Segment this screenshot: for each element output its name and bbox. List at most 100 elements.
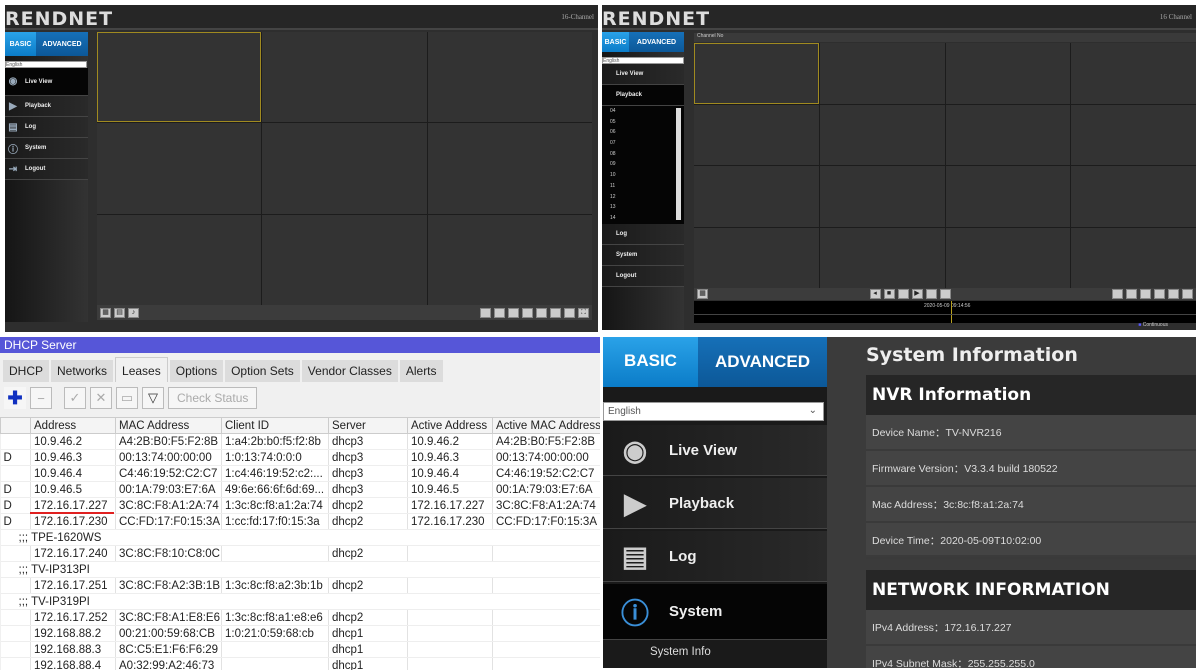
download-button[interactable] [1182, 289, 1193, 299]
search-button[interactable] [1112, 289, 1123, 299]
tab-vendor-classes[interactable]: Vendor Classes [301, 360, 398, 382]
layout-button[interactable]: ▦ [697, 289, 708, 299]
channel-item[interactable]: 10 [610, 170, 684, 181]
layout-button[interactable]: ▦ [100, 307, 111, 318]
column-header[interactable] [0, 417, 31, 434]
channel-item[interactable]: 05 [610, 117, 684, 128]
tab-basic[interactable]: BASIC [5, 32, 36, 56]
snapshot-button[interactable] [1140, 289, 1151, 299]
table-row[interactable]: 10.9.46.2 A4:2B:B0:F5:F2:8B 1:a4:2b:b0:f5:… [0, 433, 600, 450]
stream-button[interactable]: ▤ [114, 307, 125, 318]
playback-tile[interactable] [694, 43, 819, 104]
table-row[interactable]: D 172.16.17.230 CC:FD:17:F0:15:3A 1:cc:fd:1… [0, 513, 600, 530]
tab-advanced[interactable]: ADVANCED [629, 32, 684, 52]
camera-tile[interactable] [427, 32, 592, 123]
table-row[interactable]: 172.16.17.252 3C:8C:F8:A1:E8:E6 1:3c:8c:f8… [0, 609, 600, 626]
remove-button[interactable]: − [30, 387, 52, 409]
table-row[interactable]: 172.16.17.240 3C:8C:F8:10:C8:0C dhcp2 [0, 545, 600, 562]
table-row[interactable]: D 10.9.46.3 00:13:74:00:00:00 1:0:13:74:0:0… [0, 449, 600, 466]
channel-item[interactable]: 08 [610, 149, 684, 160]
disable-button[interactable]: ✕ [90, 387, 112, 409]
playback-tile[interactable] [819, 104, 945, 165]
zoom-button[interactable] [508, 307, 519, 318]
menu-item-system[interactable]: System [602, 245, 684, 266]
filter-icon[interactable]: ▽ [142, 387, 164, 409]
channel-item[interactable]: 14 [610, 213, 684, 224]
language-select[interactable]: English [602, 57, 684, 64]
menu-item-system[interactable]: ⓘ System [5, 138, 88, 159]
submenu-system-info[interactable]: System Info [603, 646, 827, 658]
prev-button[interactable] [536, 307, 547, 318]
tab-leases[interactable]: Leases [115, 357, 168, 382]
playback-tile[interactable] [694, 104, 819, 165]
channel-item[interactable]: 12 [610, 192, 684, 203]
playback-tile[interactable] [1071, 104, 1196, 165]
clip-button[interactable] [1126, 289, 1137, 299]
playback-tile[interactable] [1071, 43, 1196, 104]
playback-tile[interactable] [1071, 227, 1196, 288]
channel-item[interactable]: 11 [610, 181, 684, 192]
group-row[interactable]: ;;; TV-IP313PI [0, 561, 600, 578]
tab-networks[interactable]: Networks [51, 360, 114, 382]
channel-scrollbar[interactable] [676, 108, 681, 220]
add-button[interactable]: ✚ [4, 387, 26, 409]
audio-button[interactable]: ♪ [128, 307, 139, 318]
next-button[interactable] [550, 307, 561, 318]
menu-item-live-view[interactable]: ◉ Live View [5, 68, 88, 96]
snapshot-button[interactable] [480, 307, 491, 318]
tab-advanced[interactable]: ADVANCED [36, 32, 88, 56]
camera-tile[interactable] [97, 214, 262, 305]
language-select[interactable]: English ⌄ [603, 402, 824, 421]
language-select[interactable]: English [5, 61, 87, 68]
column-header[interactable]: Active MAC Address [492, 417, 600, 434]
camera-tile[interactable] [97, 32, 262, 123]
column-header[interactable]: MAC Address [115, 417, 222, 434]
playback-tile[interactable] [819, 227, 945, 288]
column-header[interactable]: Address [30, 417, 116, 434]
menu-item-log[interactable]: ▤ Log [603, 531, 827, 582]
comment-button[interactable]: ▭ [116, 387, 138, 409]
channel-item[interactable]: 13 [610, 202, 684, 213]
table-row[interactable]: 10.9.46.4 C4:46:19:52:C2:C7 1:c4:46:19:52:… [0, 465, 600, 482]
playback-tile[interactable] [819, 166, 945, 227]
zoom-button[interactable] [1154, 289, 1165, 299]
tab-options[interactable]: Options [169, 360, 224, 382]
playback-tile[interactable] [694, 166, 819, 227]
channel-item[interactable]: 09 [610, 159, 684, 170]
frame-button[interactable] [939, 289, 951, 299]
menu-item-log[interactable]: ▤ Log [5, 117, 88, 138]
stop-button[interactable]: ■ [883, 289, 895, 299]
rewind-button[interactable]: ◂ [869, 289, 881, 299]
tab-basic[interactable]: BASIC [603, 337, 698, 387]
tab-basic[interactable]: BASIC [602, 32, 629, 52]
slow-button[interactable] [897, 289, 909, 299]
tab-option-sets[interactable]: Option Sets [225, 360, 300, 382]
playback-tile[interactable] [945, 104, 1071, 165]
fast-button[interactable] [925, 289, 937, 299]
playback-tile[interactable] [819, 43, 945, 104]
fullscreen-button[interactable]: ⛶ [578, 307, 589, 318]
camera-tile[interactable] [97, 123, 262, 214]
camera-tile[interactable] [262, 123, 427, 214]
playback-tile[interactable] [945, 43, 1071, 104]
tab-dhcp[interactable]: DHCP [3, 360, 50, 382]
camera-tile[interactable] [262, 32, 427, 123]
menu-item-playback[interactable]: ▶ Playback [5, 96, 88, 117]
camera-tile[interactable] [427, 123, 592, 214]
column-header[interactable]: Client ID [221, 417, 329, 434]
table-row[interactable]: 172.16.17.251 3C:8C:F8:A2:3B:1B 1:3c:8c:f8… [0, 577, 600, 594]
play-button[interactable]: ▶ [911, 289, 923, 299]
playback-tile[interactable] [1071, 166, 1196, 227]
playback-tile[interactable] [945, 227, 1071, 288]
menu-item-logout[interactable]: Logout [602, 266, 684, 287]
volume-button[interactable] [564, 307, 575, 318]
volume-button[interactable] [1168, 289, 1179, 299]
group-row[interactable]: ;;; TV-IP319PI [0, 593, 600, 610]
menu-item-system[interactable]: ⓘ System [603, 584, 827, 640]
channel-item[interactable]: 06 [610, 127, 684, 138]
timeline[interactable]: 2020-05-09 09:14:56 [694, 301, 1196, 323]
check-status-button[interactable]: Check Status [168, 387, 258, 409]
column-header[interactable]: Active Address [407, 417, 493, 434]
camera-tile[interactable] [427, 214, 592, 305]
menu-item-logout[interactable]: ⇥ Logout [5, 159, 88, 180]
